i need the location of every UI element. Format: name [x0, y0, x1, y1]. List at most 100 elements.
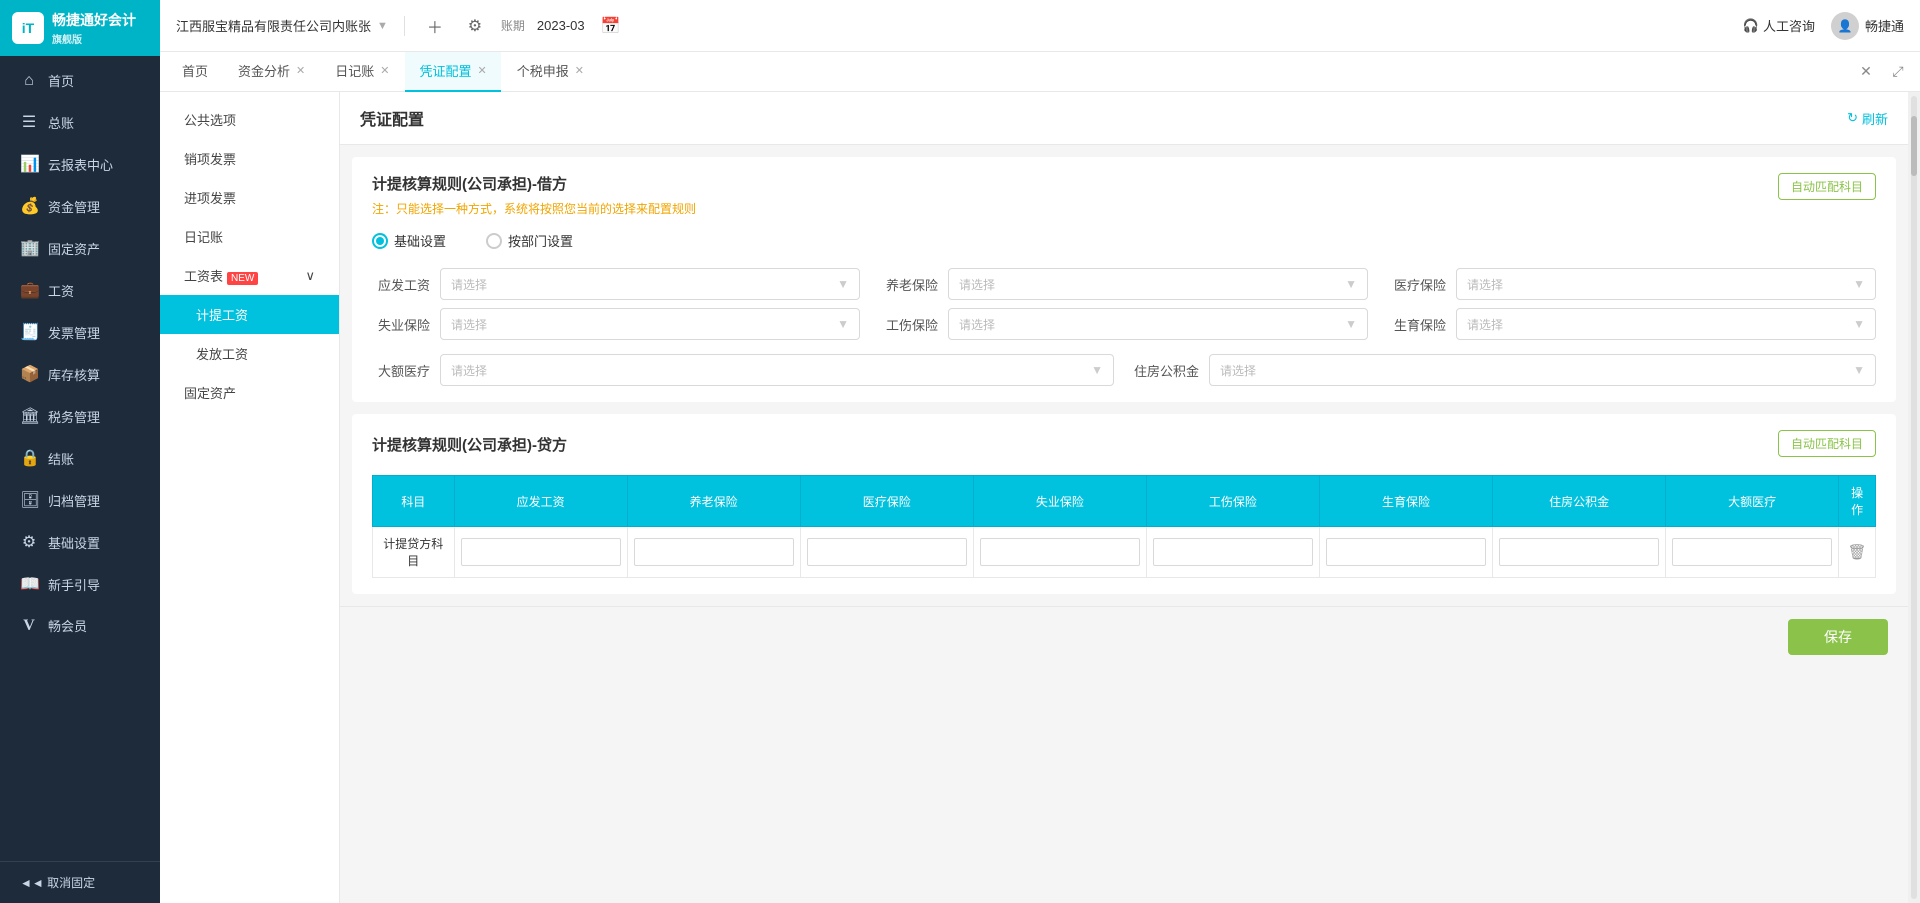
sub-nav-pay-salary[interactable]: 发放工资 — [160, 334, 339, 373]
tab-capital[interactable]: 资金分析 ✕ — [224, 52, 319, 92]
maximize-tab-btn[interactable]: ⤢ — [1884, 58, 1912, 86]
td-ylbx2[interactable] — [800, 527, 973, 578]
tab-journal[interactable]: 日记账 ✕ — [321, 52, 403, 92]
sidebar-item-archive[interactable]: 🗄 归档管理 — [0, 479, 160, 521]
input-deyyl[interactable] — [1672, 538, 1832, 566]
right-scrollbar[interactable] — [1908, 92, 1920, 903]
tab-voucher-config[interactable]: 凭证配置 ✕ — [405, 52, 500, 92]
select-gsbx[interactable]: 请选择 ▼ — [948, 308, 1368, 340]
input-sybx2[interactable] — [1326, 538, 1486, 566]
radio-basic[interactable]: 基础设置 — [372, 231, 446, 250]
debit-form-row3: 大额医疗 请选择 ▼ 住房公积金 请选择 ▼ — [372, 354, 1876, 386]
td-gsbx[interactable] — [1146, 527, 1319, 578]
sidebar-item-guide[interactable]: 📖 新手引导 — [0, 563, 160, 605]
tab-tax-label: 个税申报 — [517, 61, 569, 80]
reports-icon: 📊 — [20, 154, 38, 174]
topbar-divider-1 — [404, 16, 405, 36]
invoice-icon: 🧾 — [20, 322, 38, 342]
user-menu[interactable]: 👤 畅捷通 — [1831, 12, 1904, 40]
input-ylbx[interactable] — [634, 538, 794, 566]
td-zfgjj[interactable] — [1493, 527, 1666, 578]
sub-nav-purchase-invoice[interactable]: 进项发票 — [160, 178, 339, 217]
select-ylbx[interactable]: 请选择 ▼ — [948, 268, 1368, 300]
content-area: 公共选项 销项发票 进项发票 日记账 工资表NEW ∨ 计提工资 发放工资 — [160, 92, 1920, 903]
input-ylbx2[interactable] — [807, 538, 967, 566]
sidebar-item-settings[interactable]: ⚙ 基础设置 — [0, 521, 160, 563]
save-button[interactable]: 保存 — [1788, 619, 1888, 655]
input-yfgz[interactable] — [461, 538, 621, 566]
tab-tax-close[interactable]: ✕ — [575, 64, 584, 77]
add-account-btn[interactable]: ＋ — [421, 12, 449, 40]
tab-capital-close[interactable]: ✕ — [296, 64, 305, 77]
sidebar-item-assets[interactable]: 🏢 固定资产 — [0, 227, 160, 269]
select-yfgz[interactable]: 请选择 ▼ — [440, 268, 860, 300]
td-sybx2[interactable] — [1319, 527, 1492, 578]
credit-table-header-row: 科目 应发工资 养老保险 医疗保险 失业保险 工伤保险 生育保险 住房公积金 大… — [373, 476, 1876, 527]
radio-by-dept[interactable]: 按部门设置 — [486, 231, 573, 250]
topbar: 江西服宝精品有限责任公司内账张 ▼ ＋ ⚙ 账期 2023-03 📅 🎧 人工咨… — [160, 0, 1920, 52]
tab-journal-close[interactable]: ✕ — [380, 64, 389, 77]
sub-nav-fixed-assets[interactable]: 固定资产 — [160, 373, 339, 412]
input-zfgjj[interactable] — [1499, 538, 1659, 566]
sub-nav-calc-salary[interactable]: 计提工资 — [160, 295, 339, 334]
sidebar-item-ledger[interactable]: ☰ 总账 — [0, 101, 160, 143]
sub-nav-journal[interactable]: 日记账 — [160, 217, 339, 256]
delete-row-btn[interactable]: 🗑 — [1848, 544, 1867, 561]
select-ylbx2[interactable]: 请选择 ▼ — [1456, 268, 1876, 300]
sidebar-item-close[interactable]: 🔒 结账 — [0, 437, 160, 479]
logo-icon: iT — [12, 12, 44, 44]
close-tab-btn[interactable]: ✕ — [1852, 58, 1880, 86]
table-row: 计提贷方科目 🗑 — [373, 527, 1876, 578]
service-btn[interactable]: 🎧 人工咨询 — [1743, 16, 1815, 35]
debit-section-title: 计提核算规则(公司承担)-借方 — [372, 173, 1778, 194]
scrollbar-track[interactable] — [1911, 96, 1917, 899]
td-ylbx[interactable] — [627, 527, 800, 578]
sidebar-item-invoice[interactable]: 🧾 发票管理 — [0, 311, 160, 353]
sidebar-item-vip[interactable]: V 畅会员 — [0, 605, 160, 646]
home-icon: ⌂ — [20, 72, 38, 90]
th-ylbx: 养老保险 — [627, 476, 800, 527]
label-ylbx2: 医疗保险 — [1388, 275, 1446, 294]
sidebar-item-reports[interactable]: 📊 云报表中心 — [0, 143, 160, 185]
sub-nav-salary-table[interactable]: 工资表NEW ∨ — [160, 256, 339, 295]
label-sybx2: 生育保险 — [1388, 315, 1446, 334]
sidebar-item-salary[interactable]: 💼 工资 — [0, 269, 160, 311]
page-header: 凭证配置 ↻ 刷新 — [340, 92, 1908, 145]
td-deyyl[interactable] — [1666, 527, 1839, 578]
label-ylbx: 养老保险 — [880, 275, 938, 294]
refresh-btn[interactable]: ↻ 刷新 — [1847, 109, 1888, 128]
td-delete[interactable]: 🗑 — [1839, 527, 1876, 578]
sidebar-item-capital[interactable]: 💰 资金管理 — [0, 185, 160, 227]
company-selector[interactable]: 江西服宝精品有限责任公司内账张 ▼ — [176, 16, 388, 35]
sidebar-pin-toggle[interactable]: ◄◄ 取消固定 — [0, 861, 160, 903]
sub-nav-public[interactable]: 公共选项 — [160, 100, 339, 139]
sidebar-label-reports: 云报表中心 — [48, 155, 113, 174]
select-zfgjj[interactable]: 请选择 ▼ — [1209, 354, 1876, 386]
td-yfgz[interactable] — [454, 527, 627, 578]
select-sybx[interactable]: 请选择 ▼ — [440, 308, 860, 340]
settings-gear-btn[interactable]: ⚙ — [461, 12, 489, 40]
select-yfgz-placeholder: 请选择 — [451, 276, 487, 293]
guide-icon: 📖 — [20, 574, 38, 594]
calendar-icon[interactable]: 📅 — [597, 12, 625, 40]
th-sybx: 失业保险 — [973, 476, 1146, 527]
sidebar-item-tax[interactable]: 🏛 税务管理 — [0, 395, 160, 437]
sidebar-item-home[interactable]: ⌂ 首页 — [0, 60, 160, 101]
select-sybx2[interactable]: 请选择 ▼ — [1456, 308, 1876, 340]
td-sybx[interactable] — [973, 527, 1146, 578]
sidebar-label-ledger: 总账 — [48, 113, 74, 132]
tab-tax[interactable]: 个税申报 ✕ — [503, 52, 598, 92]
input-sybx[interactable] — [980, 538, 1140, 566]
label-sybx: 失业保险 — [372, 315, 430, 334]
select-deyyl[interactable]: 请选择 ▼ — [440, 354, 1114, 386]
sidebar-item-inventory[interactable]: 📦 库存核算 — [0, 353, 160, 395]
scrollbar-thumb[interactable] — [1911, 116, 1917, 176]
debit-auto-match-btn[interactable]: 自动匹配科目 — [1778, 173, 1876, 200]
app-logo: iT 畅捷通好会计 旗舰版 — [0, 0, 160, 56]
tab-home[interactable]: 首页 — [168, 52, 222, 92]
th-subject: 科目 — [373, 476, 455, 527]
sub-nav-sales-invoice[interactable]: 销项发票 — [160, 139, 339, 178]
input-gsbx[interactable] — [1153, 538, 1313, 566]
credit-auto-match-btn[interactable]: 自动匹配科目 — [1778, 430, 1876, 457]
tab-voucher-config-close[interactable]: ✕ — [478, 64, 487, 77]
